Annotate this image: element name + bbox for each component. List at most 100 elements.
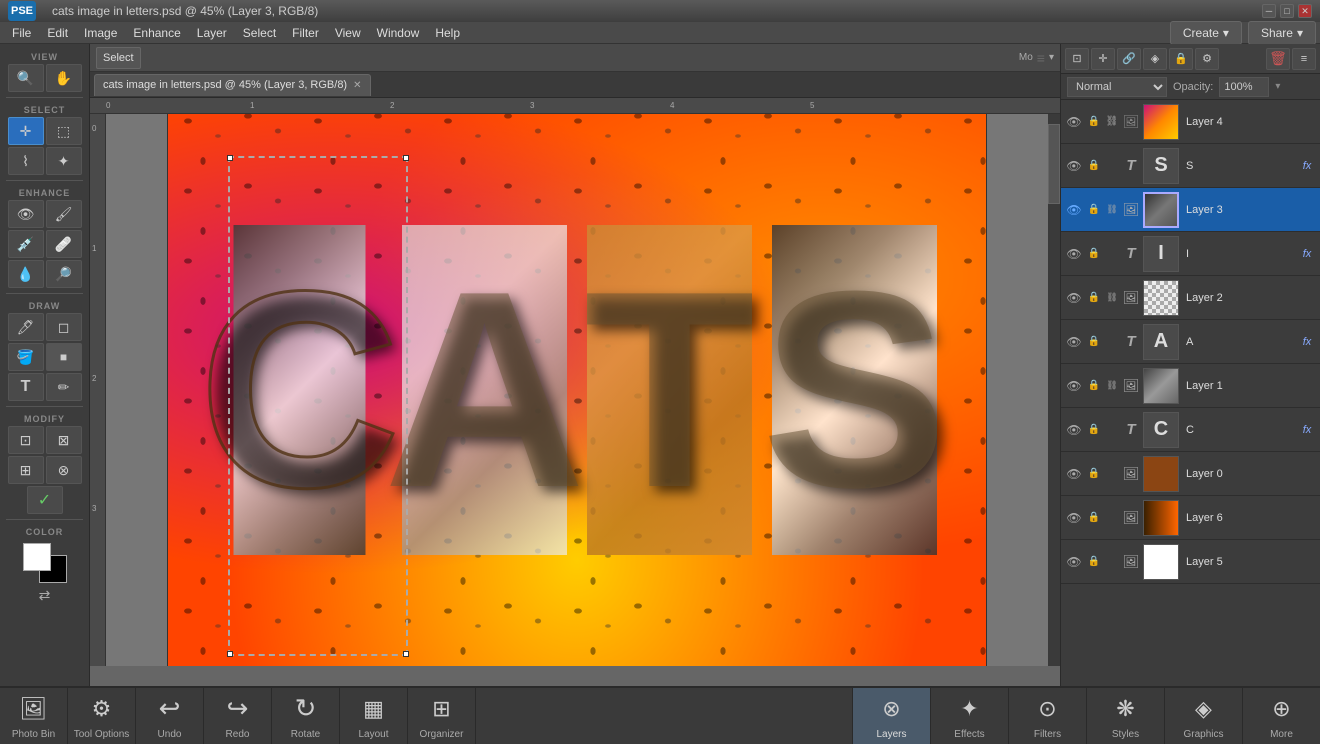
layer1-lock-btn[interactable]: 🔒 xyxy=(1086,378,1102,394)
layer-item-layer6[interactable]: 👁 🔒 🖼 Layer 6 xyxy=(1061,496,1320,540)
layer1-chain-btn[interactable]: ⛓ xyxy=(1105,379,1119,393)
share-button[interactable]: Share ▾ xyxy=(1248,21,1316,45)
layer2-lock-btn[interactable]: 🔒 xyxy=(1086,290,1102,306)
layer3t2-visibility-btn[interactable]: 👁 xyxy=(1065,245,1083,263)
layer1t-lock-btn[interactable]: 🔒 xyxy=(1086,422,1102,438)
zoom-tool[interactable]: 🔍 xyxy=(8,64,44,92)
crop-tool[interactable]: ⊡ xyxy=(8,426,44,454)
layer-item-layer1-text[interactable]: 👁 🔒 T C C fx xyxy=(1061,408,1320,452)
layer5-lock-btn[interactable]: 🔒 xyxy=(1086,554,1102,570)
hand-tool[interactable]: ✋ xyxy=(46,64,82,92)
opacity-input[interactable] xyxy=(1219,77,1269,97)
layout-panel-item[interactable]: ▦ Layout xyxy=(340,688,408,744)
healing-tool[interactable]: 🩹 xyxy=(46,230,82,258)
layer2t-visibility-btn[interactable]: 👁 xyxy=(1065,333,1083,351)
menu-help[interactable]: Help xyxy=(427,24,468,42)
layer4-visibility-btn[interactable]: 👁 xyxy=(1065,113,1083,131)
layer2t-lock-btn[interactable]: 🔒 xyxy=(1086,334,1102,350)
recompose-tool[interactable]: ⊞ xyxy=(8,456,44,484)
sharpen-tool[interactable]: 🔎 xyxy=(46,260,82,288)
clone-tool[interactable]: 💉 xyxy=(8,230,44,258)
layer2t-fx-btn[interactable]: fx xyxy=(1298,333,1316,351)
menu-image[interactable]: Image xyxy=(76,24,125,42)
layer3-visibility-btn[interactable]: 👁 xyxy=(1065,201,1083,219)
layer1-visibility-btn[interactable]: 👁 xyxy=(1065,377,1083,395)
blend-mode-select[interactable]: Normal Dissolve Multiply Screen Overlay xyxy=(1067,77,1167,97)
create-button[interactable]: Create ▾ xyxy=(1170,21,1242,45)
layer3t-lock-btn[interactable]: 🔒 xyxy=(1086,158,1102,174)
magic-wand-tool[interactable]: ✦ xyxy=(46,147,82,175)
effects-panel-btn[interactable]: ✦ Effects xyxy=(930,688,1008,744)
menu-select[interactable]: Select xyxy=(235,24,284,42)
layer1t-visibility-btn[interactable]: 👁 xyxy=(1065,421,1083,439)
layer4-chain-btn[interactable]: ⛓ xyxy=(1105,115,1119,129)
layer0-lock-btn[interactable]: 🔒 xyxy=(1086,466,1102,482)
maximize-button[interactable]: □ xyxy=(1280,4,1294,18)
panel-tool-6[interactable]: ⚙ xyxy=(1195,48,1219,70)
panel-tool-3[interactable]: 🔗 xyxy=(1117,48,1141,70)
panel-delete-btn[interactable]: 🗑 xyxy=(1266,48,1290,70)
filters-panel-btn[interactable]: ⊙ Filters xyxy=(1008,688,1086,744)
menu-file[interactable]: File xyxy=(4,24,39,42)
layer0-visibility-btn[interactable]: 👁 xyxy=(1065,465,1083,483)
close-button[interactable]: ✕ xyxy=(1298,4,1312,18)
panel-tool-2[interactable]: ✛ xyxy=(1091,48,1115,70)
layer1t-fx-btn[interactable]: fx xyxy=(1298,421,1316,439)
eraser-tool[interactable]: ◻ xyxy=(46,313,82,341)
menu-window[interactable]: Window xyxy=(369,24,428,42)
layer-item-layer0[interactable]: 👁 🔒 🖼 Layer 0 xyxy=(1061,452,1320,496)
layer3t-fx-btn[interactable]: fx xyxy=(1298,157,1316,175)
graphics-panel-btn[interactable]: ◈ Graphics xyxy=(1164,688,1242,744)
undo-panel-item[interactable]: ↩ Undo xyxy=(136,688,204,744)
vertical-scrollbar[interactable] xyxy=(1048,114,1060,666)
blur-tool[interactable]: 💧 xyxy=(8,260,44,288)
menu-filter[interactable]: Filter xyxy=(284,24,327,42)
doc-tab-close-button[interactable]: ✕ xyxy=(353,80,361,91)
layer4-lock-btn[interactable]: 🔒 xyxy=(1086,114,1102,130)
menu-layer[interactable]: Layer xyxy=(189,24,235,42)
layer-item-layer3-text[interactable]: 👁 🔒 T S S fx xyxy=(1061,144,1320,188)
layer-item-layer2-text[interactable]: 👁 🔒 T A A fx xyxy=(1061,320,1320,364)
eyedrop-tool[interactable]: 👁 xyxy=(8,200,44,228)
foreground-color-swatch[interactable] xyxy=(23,543,51,571)
more-panel-btn[interactable]: ⊕ More xyxy=(1242,688,1320,744)
organizer-panel-item[interactable]: ⊞ Organizer xyxy=(408,688,476,744)
color-square-tool[interactable]: ■ xyxy=(46,343,82,371)
layer3-lock-btn[interactable]: 🔒 xyxy=(1086,202,1102,218)
layer3t2-lock-btn[interactable]: 🔒 xyxy=(1086,246,1102,262)
panel-tool-5[interactable]: 🔒 xyxy=(1169,48,1193,70)
transform-tool[interactable]: ⊠ xyxy=(46,426,82,454)
styles-panel-btn[interactable]: ❋ Styles xyxy=(1086,688,1164,744)
enhance-brush-tool[interactable]: 🖌 xyxy=(46,200,82,228)
layer-item-layer1[interactable]: 👁 🔒 ⛓ 🖼 Layer 1 xyxy=(1061,364,1320,408)
layer6-visibility-btn[interactable]: 👁 xyxy=(1065,509,1083,527)
layer6-lock-btn[interactable]: 🔒 xyxy=(1086,510,1102,526)
brush-tool[interactable]: 🖊 xyxy=(8,313,44,341)
rotate-panel-item[interactable]: ↻ Rotate xyxy=(272,688,340,744)
marquee-tool[interactable]: ⬚ xyxy=(46,117,82,145)
redo-panel-item[interactable]: ↪ Redo xyxy=(204,688,272,744)
photo-bin-panel-item[interactable]: 🖼 Photo Bin xyxy=(0,688,68,744)
panel-tool-1[interactable]: ⊡ xyxy=(1065,48,1089,70)
document-tab[interactable]: cats image in letters.psd @ 45% (Layer 3… xyxy=(94,74,371,96)
paint-bucket-tool[interactable]: 🪣 xyxy=(8,343,44,371)
auto-fix-tool[interactable]: ⊗ xyxy=(46,456,82,484)
layer5-visibility-btn[interactable]: 👁 xyxy=(1065,553,1083,571)
panel-tool-4[interactable]: ◈ xyxy=(1143,48,1167,70)
layer-item-layer5[interactable]: 👁 🔒 🖼 Layer 5 xyxy=(1061,540,1320,584)
swap-colors-btn[interactable]: ⇄ xyxy=(6,587,83,604)
canvas-image[interactable]: C A T xyxy=(167,114,987,666)
layer-item-layer3-text2[interactable]: 👁 🔒 T I I fx xyxy=(1061,232,1320,276)
scrollbar-thumb-vertical[interactable] xyxy=(1048,124,1060,204)
lasso-tool[interactable]: ⌇ xyxy=(8,147,44,175)
panel-menu-btn[interactable]: ≡ xyxy=(1292,48,1316,70)
menu-edit[interactable]: Edit xyxy=(39,24,76,42)
menu-view[interactable]: View xyxy=(327,24,369,42)
minimize-button[interactable]: ─ xyxy=(1262,4,1276,18)
move-tool[interactable]: ✛ xyxy=(8,117,44,145)
checkmark-tool[interactable]: ✓ xyxy=(27,486,63,514)
layer3-chain-btn[interactable]: ⛓ xyxy=(1105,203,1119,217)
layer-item-layer3[interactable]: 👁 🔒 ⛓ 🖼 Layer 3 xyxy=(1061,188,1320,232)
layer-item-layer4[interactable]: 👁 🔒 ⛓ 🖼 Layer 4 xyxy=(1061,100,1320,144)
select-option-button[interactable]: Select xyxy=(96,47,141,69)
